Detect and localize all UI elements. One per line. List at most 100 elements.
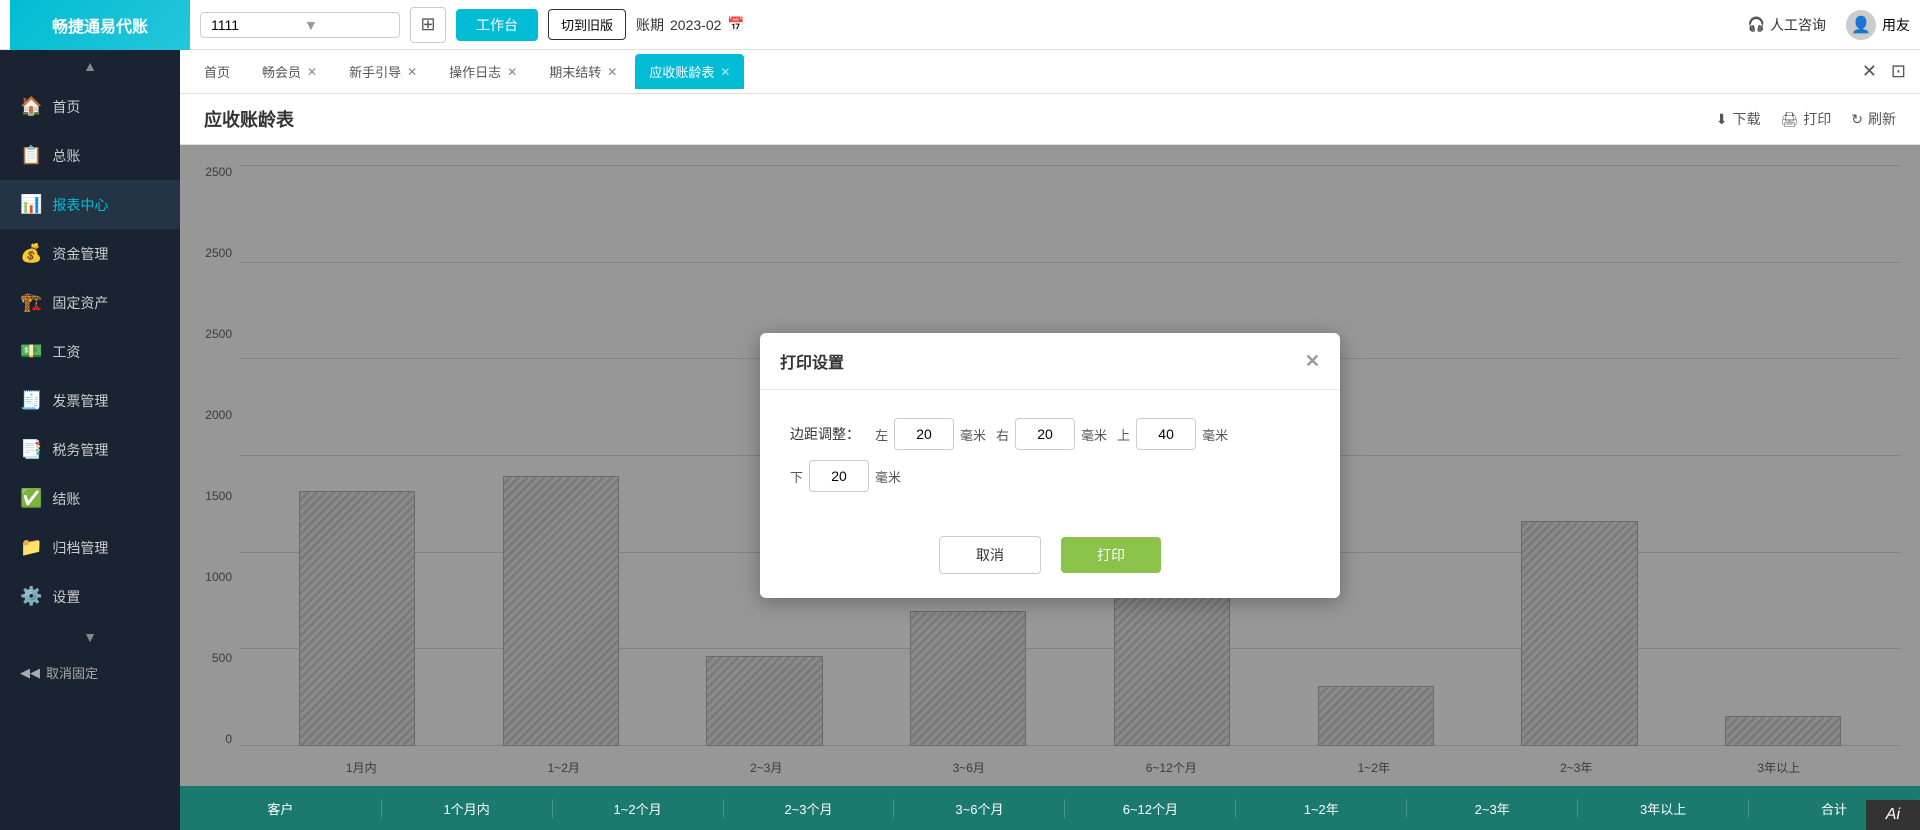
left-margin-input[interactable] bbox=[894, 418, 954, 450]
app-logo: 畅捷通易代账 bbox=[10, 0, 190, 50]
modal-body: 边距调整： 左 毫米 右 毫米 bbox=[760, 390, 1340, 520]
refresh-icon: ↻ bbox=[1851, 111, 1863, 128]
top-margin-input[interactable] bbox=[1136, 418, 1196, 450]
download-label: 下载 bbox=[1732, 109, 1760, 129]
switch-version-button[interactable]: 切到旧版 bbox=[548, 9, 626, 40]
print-button[interactable]: 🖨 打印 bbox=[1780, 109, 1831, 129]
close-tab-button[interactable]: ✕ bbox=[1858, 57, 1881, 86]
margin-settings-row: 边距调整： 左 毫米 右 毫米 bbox=[790, 418, 1310, 492]
table-footer-cell: 3~6个月 bbox=[894, 799, 1065, 818]
user-button[interactable]: 👤 用友 bbox=[1846, 10, 1910, 40]
tabs-end-buttons: ✕ ⊡ bbox=[1858, 57, 1910, 86]
sidebar-item-invoice-label: 发票管理 bbox=[52, 391, 108, 411]
sidebar-item-ledger-label: 总账 bbox=[52, 146, 80, 166]
sidebar-item-invoice[interactable]: 🧾 发票管理 bbox=[0, 376, 180, 425]
archive-icon: 📁 bbox=[20, 537, 42, 558]
cancel-pin-button[interactable]: ◀◀ 取消固定 bbox=[0, 653, 180, 692]
download-button[interactable]: ⬇ 下载 bbox=[1716, 109, 1761, 129]
funds-icon: 💰 bbox=[20, 243, 42, 264]
tab-ar-aging-close[interactable]: ✕ bbox=[720, 65, 730, 79]
modal-overlay: 打印设置 ✕ 边距调整： 左 毫米 bbox=[180, 145, 1920, 786]
tab-oplog[interactable]: 操作日志 ✕ bbox=[435, 54, 531, 89]
print-icon: 🖨 bbox=[1780, 111, 1798, 128]
bottom-label: 下 bbox=[790, 467, 803, 486]
left-label: 左 bbox=[875, 425, 888, 444]
modal-header: 打印设置 ✕ bbox=[760, 333, 1340, 390]
main-layout: ▲ 🏠 首页 📋 总账 📊 报表中心 💰 资金管理 🏗️ 固定资产 💵 工资 🧾… bbox=[0, 50, 1920, 830]
tabs-bar: 首页 畅会员 ✕ 新手引导 ✕ 操作日志 ✕ 期末结转 ✕ 应收账龄表 ✕ bbox=[180, 50, 1920, 94]
closing-icon: ✅ bbox=[20, 488, 42, 509]
sidebar-item-reports[interactable]: 📊 报表中心 bbox=[0, 180, 180, 229]
app-header: 畅捷通易代账 1111 ▼ ⊞ 工作台 切到旧版 账期 2023-02 📅 🎧 … bbox=[0, 0, 1920, 50]
tab-period-close[interactable]: 期末结转 ✕ bbox=[535, 54, 631, 89]
ai-badge: Ai bbox=[1866, 800, 1920, 830]
tab-member-label: 畅会员 bbox=[262, 62, 301, 81]
invoice-icon: 🧾 bbox=[20, 390, 42, 411]
left-margin-group: 左 毫米 bbox=[875, 418, 986, 450]
print-settings-modal: 打印设置 ✕ 边距调整： 左 毫米 bbox=[760, 333, 1340, 598]
content-area: 首页 畅会员 ✕ 新手引导 ✕ 操作日志 ✕ 期末结转 ✕ 应收账龄表 ✕ bbox=[180, 50, 1920, 830]
chevron-down-icon: ▼ bbox=[304, 17, 389, 33]
sidebar-item-tax[interactable]: 📑 税务管理 bbox=[0, 425, 180, 474]
print-label: 打印 bbox=[1803, 109, 1831, 129]
refresh-button[interactable]: ↻ 刷新 bbox=[1851, 109, 1896, 129]
tab-member-close[interactable]: ✕ bbox=[307, 65, 317, 79]
tab-guide-close[interactable]: ✕ bbox=[407, 65, 417, 79]
sidebar-item-funds[interactable]: 💰 资金管理 bbox=[0, 229, 180, 278]
workbench-button[interactable]: 工作台 bbox=[456, 9, 538, 41]
tab-ar-aging-label: 应收账龄表 bbox=[649, 62, 714, 81]
table-footer-cell: 2~3个月 bbox=[724, 799, 895, 818]
tab-member[interactable]: 畅会员 ✕ bbox=[248, 54, 331, 89]
sidebar-item-home[interactable]: 🏠 首页 bbox=[0, 82, 180, 131]
chart-area: 2500 2500 2500 2000 1500 1000 500 0 bbox=[180, 145, 1920, 786]
expand-tab-button[interactable]: ⊡ bbox=[1887, 57, 1910, 86]
tab-period-close-close[interactable]: ✕ bbox=[607, 65, 617, 79]
table-footer-cell: 1~2个月 bbox=[553, 799, 724, 818]
tab-oplog-label: 操作日志 bbox=[449, 62, 501, 81]
assets-icon: 🏗️ bbox=[20, 292, 42, 313]
sidebar-item-home-label: 首页 bbox=[52, 97, 80, 117]
sidebar-item-assets[interactable]: 🏗️ 固定资产 bbox=[0, 278, 180, 327]
sidebar-item-closing[interactable]: ✅ 结账 bbox=[0, 474, 180, 523]
support-label: 人工咨询 bbox=[1770, 15, 1826, 35]
page-actions: ⬇ 下载 🖨 打印 ↻ 刷新 bbox=[1716, 109, 1896, 129]
table-footer-cell: 客户 bbox=[180, 799, 382, 818]
period-value: 2023-02 bbox=[670, 17, 721, 33]
sidebar-item-ledger[interactable]: 📋 总账 bbox=[0, 131, 180, 180]
tab-ar-aging[interactable]: 应收账龄表 ✕ bbox=[635, 54, 744, 89]
calendar-icon[interactable]: 📅 bbox=[727, 16, 744, 33]
sidebar-item-assets-label: 固定资产 bbox=[52, 293, 108, 313]
copy-icon-button[interactable]: ⊞ bbox=[410, 7, 446, 43]
scroll-up-button[interactable]: ▲ bbox=[0, 50, 180, 82]
sidebar-item-payroll[interactable]: 💵 工资 bbox=[0, 327, 180, 376]
sidebar-item-settings[interactable]: ⚙️ 设置 bbox=[0, 572, 180, 621]
top-label: 上 bbox=[1117, 425, 1130, 444]
company-name: 1111 bbox=[211, 17, 296, 33]
support-button[interactable]: 🎧 人工咨询 bbox=[1748, 15, 1826, 35]
table-footer-cell: 1个月内 bbox=[382, 799, 553, 818]
scroll-down-button[interactable]: ▼ bbox=[0, 621, 180, 653]
refresh-label: 刷新 bbox=[1868, 109, 1896, 129]
table-footer-cell: 6~12个月 bbox=[1065, 799, 1236, 818]
sidebar-item-tax-label: 税务管理 bbox=[52, 440, 108, 460]
top-unit: 毫米 bbox=[1202, 425, 1228, 444]
tab-guide[interactable]: 新手引导 ✕ bbox=[335, 54, 431, 89]
modal-close-button[interactable]: ✕ bbox=[1305, 352, 1320, 370]
tab-oplog-close[interactable]: ✕ bbox=[507, 65, 517, 79]
cancel-button[interactable]: 取消 bbox=[939, 536, 1041, 574]
table-footer-cell: 1~2年 bbox=[1236, 799, 1407, 818]
sidebar-item-archive[interactable]: 📁 归档管理 bbox=[0, 523, 180, 572]
sidebar-item-archive-label: 归档管理 bbox=[52, 538, 108, 558]
ledger-icon: 📋 bbox=[20, 145, 42, 166]
modal-footer: 取消 打印 bbox=[760, 520, 1340, 598]
tax-icon: 📑 bbox=[20, 439, 42, 460]
table-footer-cell: 3年以上 bbox=[1578, 799, 1749, 818]
bottom-margin-input[interactable] bbox=[809, 460, 869, 492]
sidebar-item-settings-label: 设置 bbox=[52, 587, 80, 607]
tab-home[interactable]: 首页 bbox=[190, 54, 244, 89]
top-margin-group: 上 毫米 bbox=[1117, 418, 1228, 450]
right-margin-input[interactable] bbox=[1015, 418, 1075, 450]
company-selector[interactable]: 1111 ▼ bbox=[200, 12, 400, 38]
bottom-unit: 毫米 bbox=[875, 467, 901, 486]
confirm-print-button[interactable]: 打印 bbox=[1061, 537, 1161, 573]
